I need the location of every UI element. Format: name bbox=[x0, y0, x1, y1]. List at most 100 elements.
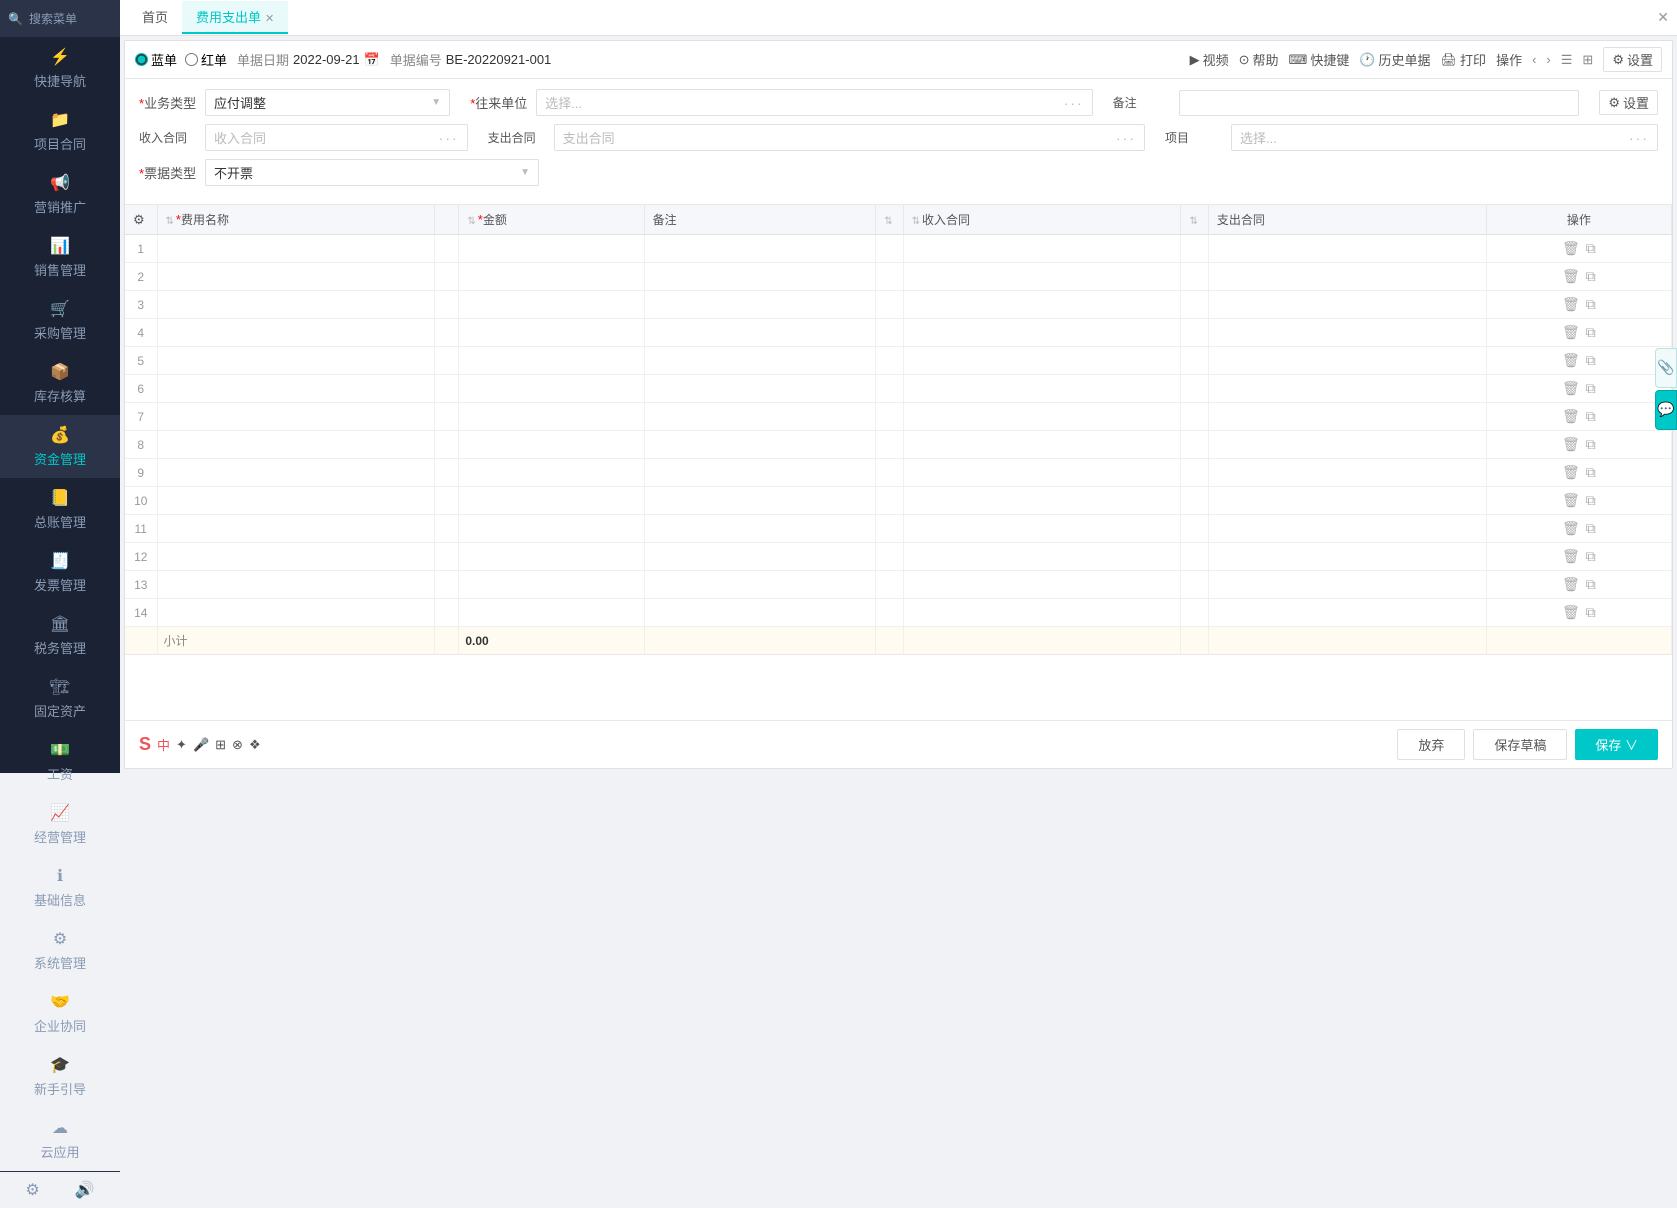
sidebar-item-project-contract[interactable]: 📁项目合同 bbox=[0, 100, 120, 163]
field-settings-button[interactable]: ⚙ 设置 bbox=[1599, 90, 1658, 115]
sidebar-item-quick-nav[interactable]: ⚡快捷导航 bbox=[0, 37, 120, 100]
copy-row-button[interactable]: ⧉ bbox=[1586, 464, 1596, 481]
cell-income-contract[interactable] bbox=[903, 403, 1181, 431]
cell-expense-name[interactable] bbox=[157, 319, 435, 347]
cell-amount[interactable] bbox=[459, 459, 644, 487]
counterparty-input[interactable]: 选择... ··· bbox=[536, 89, 1092, 116]
cell-expense-name[interactable] bbox=[157, 235, 435, 263]
attachment-button[interactable]: 📎 bbox=[1655, 348, 1677, 388]
sidebar-item-fund-mgmt[interactable]: 💰资金管理 bbox=[0, 415, 120, 478]
cell-expense-contract[interactable] bbox=[1208, 263, 1486, 291]
cell-expense-contract[interactable] bbox=[1208, 347, 1486, 375]
cell-note[interactable] bbox=[644, 347, 876, 375]
radio-red[interactable]: 红单 bbox=[185, 50, 227, 69]
cell-expense-name[interactable] bbox=[157, 599, 435, 627]
settings-icon[interactable]: ⚙ bbox=[25, 1180, 39, 1200]
cell-expense-contract[interactable] bbox=[1208, 375, 1486, 403]
cell-expense-name[interactable] bbox=[157, 571, 435, 599]
delete-row-button[interactable]: 🗑 bbox=[1562, 604, 1580, 621]
delete-row-button[interactable]: 🗑 bbox=[1562, 408, 1580, 425]
cell-amount[interactable] bbox=[459, 431, 644, 459]
cell-income-contract[interactable] bbox=[903, 515, 1181, 543]
video-action[interactable]: ▶ 视频 bbox=[1190, 50, 1229, 69]
cell-expense-contract[interactable] bbox=[1208, 235, 1486, 263]
cell-amount[interactable] bbox=[459, 487, 644, 515]
discard-button[interactable]: 放弃 bbox=[1397, 729, 1465, 760]
delete-row-button[interactable]: 🗑 bbox=[1562, 492, 1580, 509]
income-contract-input[interactable]: 收入合同 ··· bbox=[205, 124, 468, 151]
shortcut-action[interactable]: ⌨ 快捷键 bbox=[1289, 50, 1350, 69]
cell-income-contract[interactable] bbox=[903, 599, 1181, 627]
note-input[interactable] bbox=[1179, 90, 1580, 116]
cell-expense-contract[interactable] bbox=[1208, 599, 1486, 627]
copy-row-button[interactable]: ⧉ bbox=[1586, 380, 1596, 397]
help-action[interactable]: ⊙ 帮助 bbox=[1239, 50, 1279, 69]
copy-row-button[interactable]: ⧉ bbox=[1586, 324, 1596, 341]
prev-record-button[interactable]: ‹ bbox=[1532, 52, 1536, 67]
cell-income-contract[interactable] bbox=[903, 263, 1181, 291]
cell-income-contract[interactable] bbox=[903, 319, 1181, 347]
cell-note[interactable] bbox=[644, 263, 876, 291]
save-button[interactable]: 保存 ∨ bbox=[1575, 729, 1658, 760]
cell-expense-contract[interactable] bbox=[1208, 515, 1486, 543]
cell-expense-contract[interactable] bbox=[1208, 403, 1486, 431]
copy-row-button[interactable]: ⧉ bbox=[1586, 604, 1596, 621]
tab-首页[interactable]: 首页 bbox=[128, 1, 182, 34]
copy-row-button[interactable]: ⧉ bbox=[1586, 492, 1596, 509]
history-action[interactable]: 🕐 历史单据 bbox=[1359, 50, 1430, 69]
cell-amount[interactable] bbox=[459, 403, 644, 431]
sidebar-item-payroll[interactable]: 💵工资 bbox=[0, 730, 120, 793]
cell-note[interactable] bbox=[644, 571, 876, 599]
cell-note[interactable] bbox=[644, 431, 876, 459]
sidebar-item-general-ledger[interactable]: 📒总账管理 bbox=[0, 478, 120, 541]
cell-note[interactable] bbox=[644, 291, 876, 319]
delete-row-button[interactable]: 🗑 bbox=[1562, 324, 1580, 341]
tab-close-icon[interactable]: ✕ bbox=[265, 13, 274, 25]
cell-amount[interactable] bbox=[459, 543, 644, 571]
copy-row-button[interactable]: ⧉ bbox=[1586, 352, 1596, 369]
cell-expense-contract[interactable] bbox=[1208, 459, 1486, 487]
cell-note[interactable] bbox=[644, 319, 876, 347]
cell-amount[interactable] bbox=[459, 571, 644, 599]
cell-income-contract[interactable] bbox=[903, 235, 1181, 263]
delete-row-button[interactable]: 🗑 bbox=[1562, 380, 1580, 397]
cell-expense-contract[interactable] bbox=[1208, 319, 1486, 347]
cell-expense-contract[interactable] bbox=[1208, 291, 1486, 319]
cell-expense-name[interactable] bbox=[157, 459, 435, 487]
cell-income-contract[interactable] bbox=[903, 375, 1181, 403]
copy-row-button[interactable]: ⧉ bbox=[1586, 548, 1596, 565]
sidebar-item-new-guide[interactable]: 🎓新手引导 bbox=[0, 1045, 120, 1108]
cell-note[interactable] bbox=[644, 375, 876, 403]
cell-amount[interactable] bbox=[459, 319, 644, 347]
cell-note[interactable] bbox=[644, 599, 876, 627]
settings-button[interactable]: ⚙ 设置 bbox=[1603, 47, 1662, 72]
sidebar-item-fixed-assets[interactable]: 🏗固定资产 bbox=[0, 667, 120, 730]
list-view-button[interactable]: ☰ bbox=[1561, 52, 1573, 68]
cell-income-contract[interactable] bbox=[903, 487, 1181, 515]
project-input[interactable]: 选择... ··· bbox=[1231, 124, 1658, 151]
sidebar-item-purchase[interactable]: 🛒采购管理 bbox=[0, 289, 120, 352]
cell-amount[interactable] bbox=[459, 375, 644, 403]
close-window-icon[interactable]: ✕ bbox=[1657, 9, 1669, 26]
calendar-icon[interactable]: 📅 bbox=[364, 52, 380, 68]
cell-income-contract[interactable] bbox=[903, 543, 1181, 571]
sidebar-item-sales-mgmt[interactable]: 📊销售管理 bbox=[0, 226, 120, 289]
sidebar-item-tax[interactable]: 🏛税务管理 bbox=[0, 604, 120, 667]
delete-row-button[interactable]: 🗑 bbox=[1562, 576, 1580, 593]
cell-expense-contract[interactable] bbox=[1208, 431, 1486, 459]
invoice-type-input[interactable]: 不开票 ▼ bbox=[205, 159, 539, 186]
delete-row-button[interactable]: 🗑 bbox=[1562, 268, 1580, 285]
cell-expense-name[interactable] bbox=[157, 347, 435, 375]
next-record-button[interactable]: › bbox=[1546, 52, 1550, 67]
sidebar-item-corp-collab[interactable]: 🤝企业协同 bbox=[0, 982, 120, 1045]
cell-income-contract[interactable] bbox=[903, 431, 1181, 459]
gear-icon-3[interactable]: ⚙ bbox=[133, 212, 145, 227]
cell-expense-name[interactable] bbox=[157, 487, 435, 515]
sidebar-item-marketing[interactable]: 📢营销推广 bbox=[0, 163, 120, 226]
cell-note[interactable] bbox=[644, 487, 876, 515]
business-type-input[interactable]: 应付调整 ▼ bbox=[205, 89, 450, 116]
copy-row-button[interactable]: ⧉ bbox=[1586, 436, 1596, 453]
sidebar-item-ops-mgmt[interactable]: 📈经营管理 bbox=[0, 793, 120, 856]
cell-amount[interactable] bbox=[459, 347, 644, 375]
cell-income-contract[interactable] bbox=[903, 291, 1181, 319]
